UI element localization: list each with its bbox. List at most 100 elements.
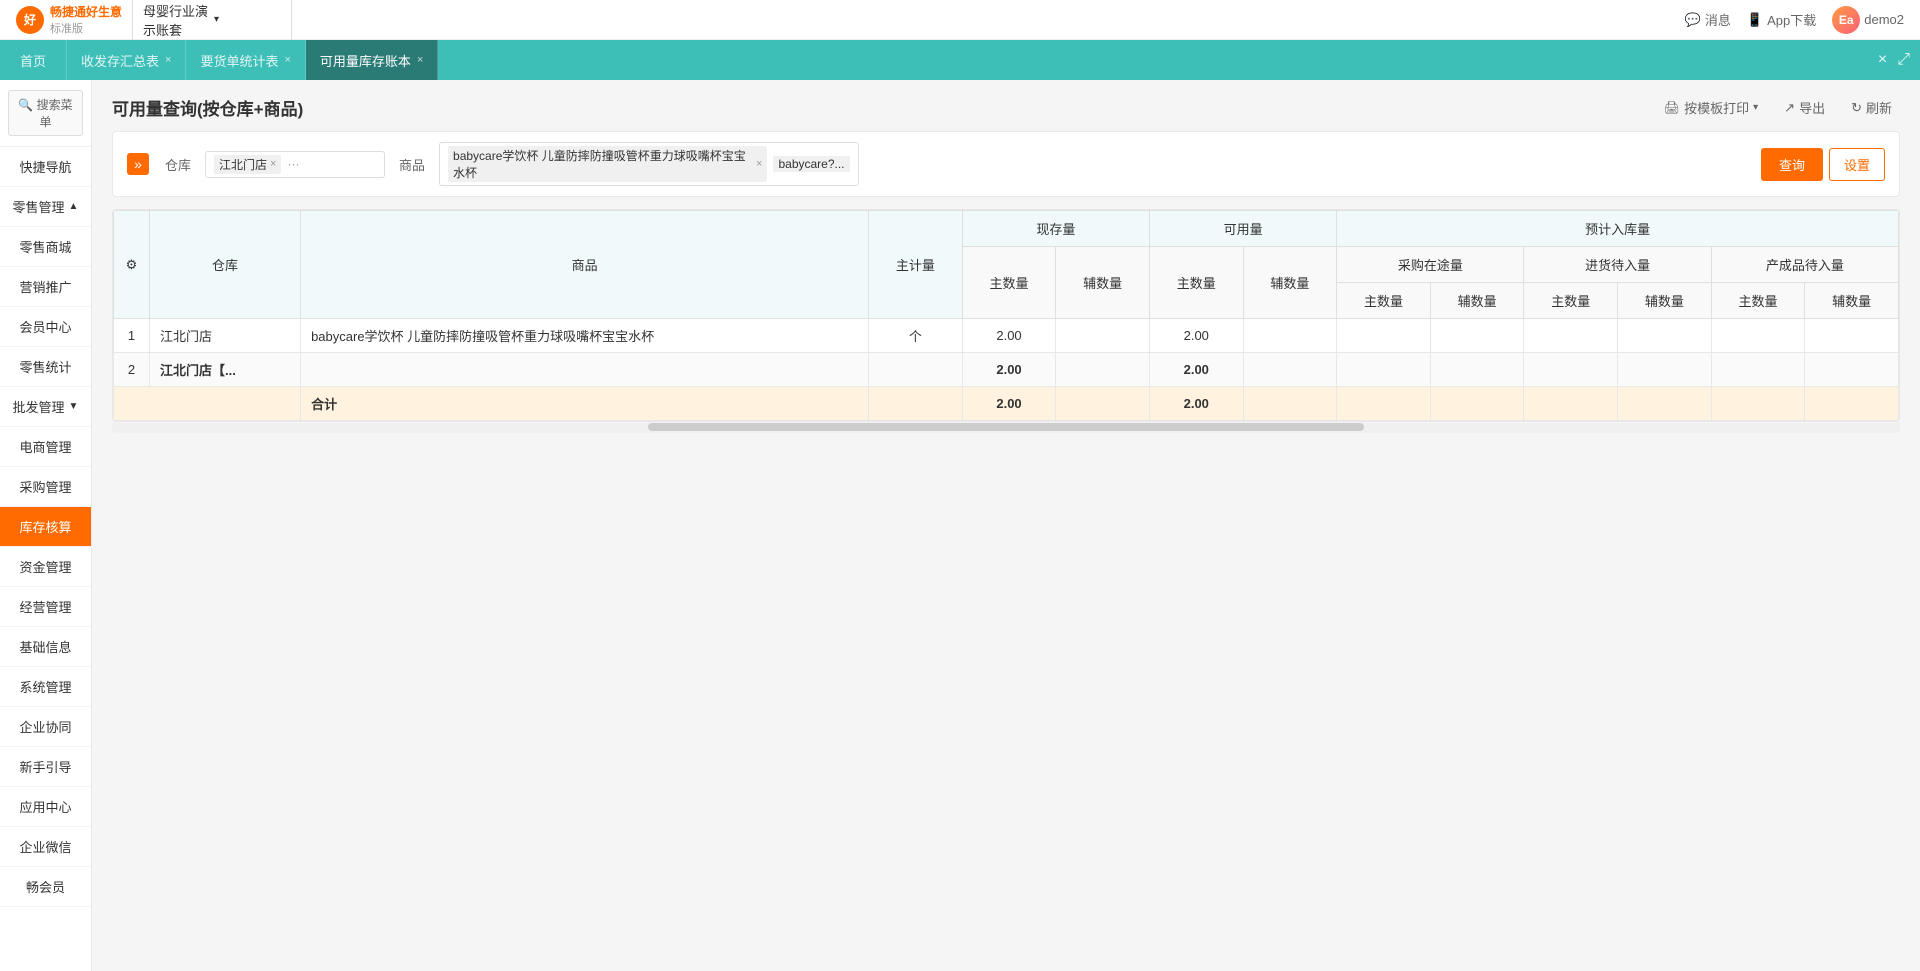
tab-order-close[interactable]: × — [284, 54, 290, 66]
sidebar-item-system[interactable]: 系统管理 — [0, 667, 91, 707]
row-2-prod-main — [1711, 353, 1805, 387]
product-input[interactable]: babycare学饮杯 儿童防摔防撞吸管杯重力球吸嘴杯宝宝水杯 × babyca… — [439, 142, 859, 186]
logo-icon: 好 — [16, 6, 44, 34]
refresh-button[interactable]: ↻ 刷新 — [1843, 94, 1900, 121]
sidebar-item-retail-mall[interactable]: 零售商城 — [0, 227, 91, 267]
sidebar-search-button[interactable]: 🔍 搜索菜单 — [8, 90, 83, 136]
settings-header[interactable]: ⚙ — [114, 211, 150, 319]
sidebar: 🔍 搜索菜单 快捷导航 零售管理 ▲ 零售商城 营销推广 会员中心 零售统计 批… — [0, 80, 92, 971]
tab-inventory-close[interactable]: × — [417, 54, 423, 66]
sidebar-item-marketing[interactable]: 营销推广 — [0, 267, 91, 307]
row-1-pur-sub — [1430, 319, 1524, 353]
tab-collect[interactable]: 收发存汇总表 × — [67, 40, 186, 80]
row-2-in-main — [1524, 353, 1618, 387]
sidebar-item-operations[interactable]: 经营管理 — [0, 587, 91, 627]
sidebar-item-finance[interactable]: 资金管理 — [0, 547, 91, 587]
search-icon: 🔍 — [18, 98, 33, 112]
chevron-down-icon: ▾ — [214, 14, 281, 25]
page-header: 可用量查询(按仓库+商品) 🖨 按模板打印 ▾ ↗ 导出 ↻ 刷新 — [92, 80, 1920, 131]
page-title: 可用量查询(按仓库+商品) — [112, 95, 303, 120]
product-tag-1-remove[interactable]: × — [756, 158, 762, 170]
row-2-warehouse: 江北门店【... — [150, 353, 301, 387]
sidebar-item-retail-mgmt[interactable]: 零售管理 ▲ — [0, 187, 91, 227]
total-avail-sub — [1243, 387, 1337, 421]
product-label: 商品 — [399, 155, 425, 174]
stock-sub-header: 辅数量 — [1056, 247, 1150, 319]
sidebar-item-ecommerce[interactable]: 电商管理 — [0, 427, 91, 467]
app-download-icon: 📱 — [1747, 12, 1763, 28]
unit-header: 主计量 — [869, 211, 963, 319]
header-actions: 🖨 按模板打印 ▾ ↗ 导出 ↻ 刷新 — [1656, 94, 1900, 121]
purchase-transit-header: 采购在途量 — [1337, 247, 1524, 283]
tab-order[interactable]: 要货单统计表 × — [186, 40, 305, 80]
sidebar-item-appstore[interactable]: 应用中心 — [0, 787, 91, 827]
row-1-prod-sub — [1805, 319, 1899, 353]
tab-inventory[interactable]: 可用量库存账本 × — [306, 40, 438, 80]
export-icon: ↗ — [1784, 100, 1795, 116]
horizontal-scrollbar[interactable] — [112, 423, 1900, 433]
in-main-qty-header: 主数量 — [1524, 283, 1618, 319]
total-stock-sub — [1056, 387, 1150, 421]
row-1-index: 1 — [114, 319, 150, 353]
row-1-avail-main: 2.00 — [1149, 319, 1243, 353]
warehouse-input[interactable]: 江北门店 × ··· — [205, 151, 385, 178]
tenant-selector[interactable]: 母婴行业演示账套 ▾ — [132, 0, 292, 44]
user-menu[interactable]: Ea demo2 — [1832, 6, 1904, 34]
row-2-product — [301, 353, 869, 387]
sidebar-item-stock[interactable]: 库存核算 — [0, 507, 91, 547]
sidebar-item-wholesale-mgmt[interactable]: 批发管理 ▼ — [0, 387, 91, 427]
query-button[interactable]: 查询 — [1761, 148, 1823, 181]
row-2-prod-sub — [1805, 353, 1899, 387]
sidebar-item-basic[interactable]: 基础信息 — [0, 627, 91, 667]
fullscreen-button[interactable]: ⤢ — [1897, 51, 1910, 69]
row-2-stock-sub — [1056, 353, 1150, 387]
total-label — [114, 387, 301, 421]
row-1-prod-main — [1711, 319, 1805, 353]
sidebar-item-collab[interactable]: 企业协同 — [0, 707, 91, 747]
table-row: 1 江北门店 babycare学饮杯 儿童防摔防撞吸管杯重力球吸嘴杯宝宝水杯 个… — [114, 319, 1899, 353]
total-prod-main — [1711, 387, 1805, 421]
sidebar-item-purchase[interactable]: 采购管理 — [0, 467, 91, 507]
data-table-wrap: ⚙ 仓库 商品 主计量 现存量 可用量 预计入库量 主数量 辅数量 主数量 辅数… — [112, 209, 1900, 422]
row-2-avail-sub — [1243, 353, 1337, 387]
scrollbar-thumb[interactable] — [648, 423, 1363, 431]
row-2-pur-main — [1337, 353, 1431, 387]
prod-sub-qty-header: 辅数量 — [1805, 283, 1899, 319]
sidebar-search-area: 🔍 搜索菜单 — [0, 80, 91, 147]
prod-main-qty-header: 主数量 — [1711, 283, 1805, 319]
in-sub-qty-header: 辅数量 — [1618, 283, 1712, 319]
close-all-button[interactable]: × — [1878, 51, 1887, 69]
filter-row: 仓库 江北门店 × ··· 商品 babycare学饮杯 儿童防摔防撞吸管杯重力… — [165, 142, 1745, 186]
tab-home[interactable]: 首页 — [0, 40, 67, 80]
filter-bar: » 仓库 江北门店 × ··· 商品 babycare学饮杯 儿童防摔防撞吸管杯… — [112, 131, 1900, 197]
setting-button[interactable]: 设置 — [1829, 148, 1885, 181]
print-chevron-icon: ▾ — [1753, 102, 1758, 113]
incoming-header: 进货待入量 — [1524, 247, 1711, 283]
row-1-stock-main: 2.00 — [962, 319, 1056, 353]
product-header: 商品 — [301, 211, 869, 319]
warehouse-tag-remove[interactable]: × — [270, 158, 276, 170]
avail-main-header: 主数量 — [1149, 247, 1243, 319]
sidebar-item-vip[interactable]: 畅会员 — [0, 867, 91, 907]
sidebar-item-member[interactable]: 会员中心 — [0, 307, 91, 347]
warehouse-header: 仓库 — [150, 211, 301, 319]
sidebar-item-retail-stats[interactable]: 零售统计 — [0, 347, 91, 387]
sidebar-item-wechat[interactable]: 企业微信 — [0, 827, 91, 867]
avail-sub-header: 辅数量 — [1243, 247, 1337, 319]
tab-collect-close[interactable]: × — [165, 54, 171, 66]
sidebar-item-newbie[interactable]: 新手引导 — [0, 747, 91, 787]
sidebar-item-quick-nav[interactable]: 快捷导航 — [0, 147, 91, 187]
product-tag-2: babycare?... — [773, 156, 849, 172]
print-button[interactable]: 🖨 按模板打印 ▾ — [1656, 94, 1767, 121]
filter-expand-button[interactable]: » — [127, 153, 149, 175]
row-2-unit — [869, 353, 963, 387]
row-2-avail-main: 2.00 — [1149, 353, 1243, 387]
table-row: 2 江北门店【... 2.00 2.00 — [114, 353, 1899, 387]
warehouse-more[interactable]: ··· — [287, 157, 299, 171]
total-in-main — [1524, 387, 1618, 421]
message-button[interactable]: 💬 消息 — [1685, 10, 1731, 29]
row-2-index: 2 — [114, 353, 150, 387]
available-header: 可用量 — [1149, 211, 1336, 247]
export-button[interactable]: ↗ 导出 — [1776, 94, 1833, 121]
app-download-button[interactable]: 📱 App下载 — [1747, 10, 1816, 29]
